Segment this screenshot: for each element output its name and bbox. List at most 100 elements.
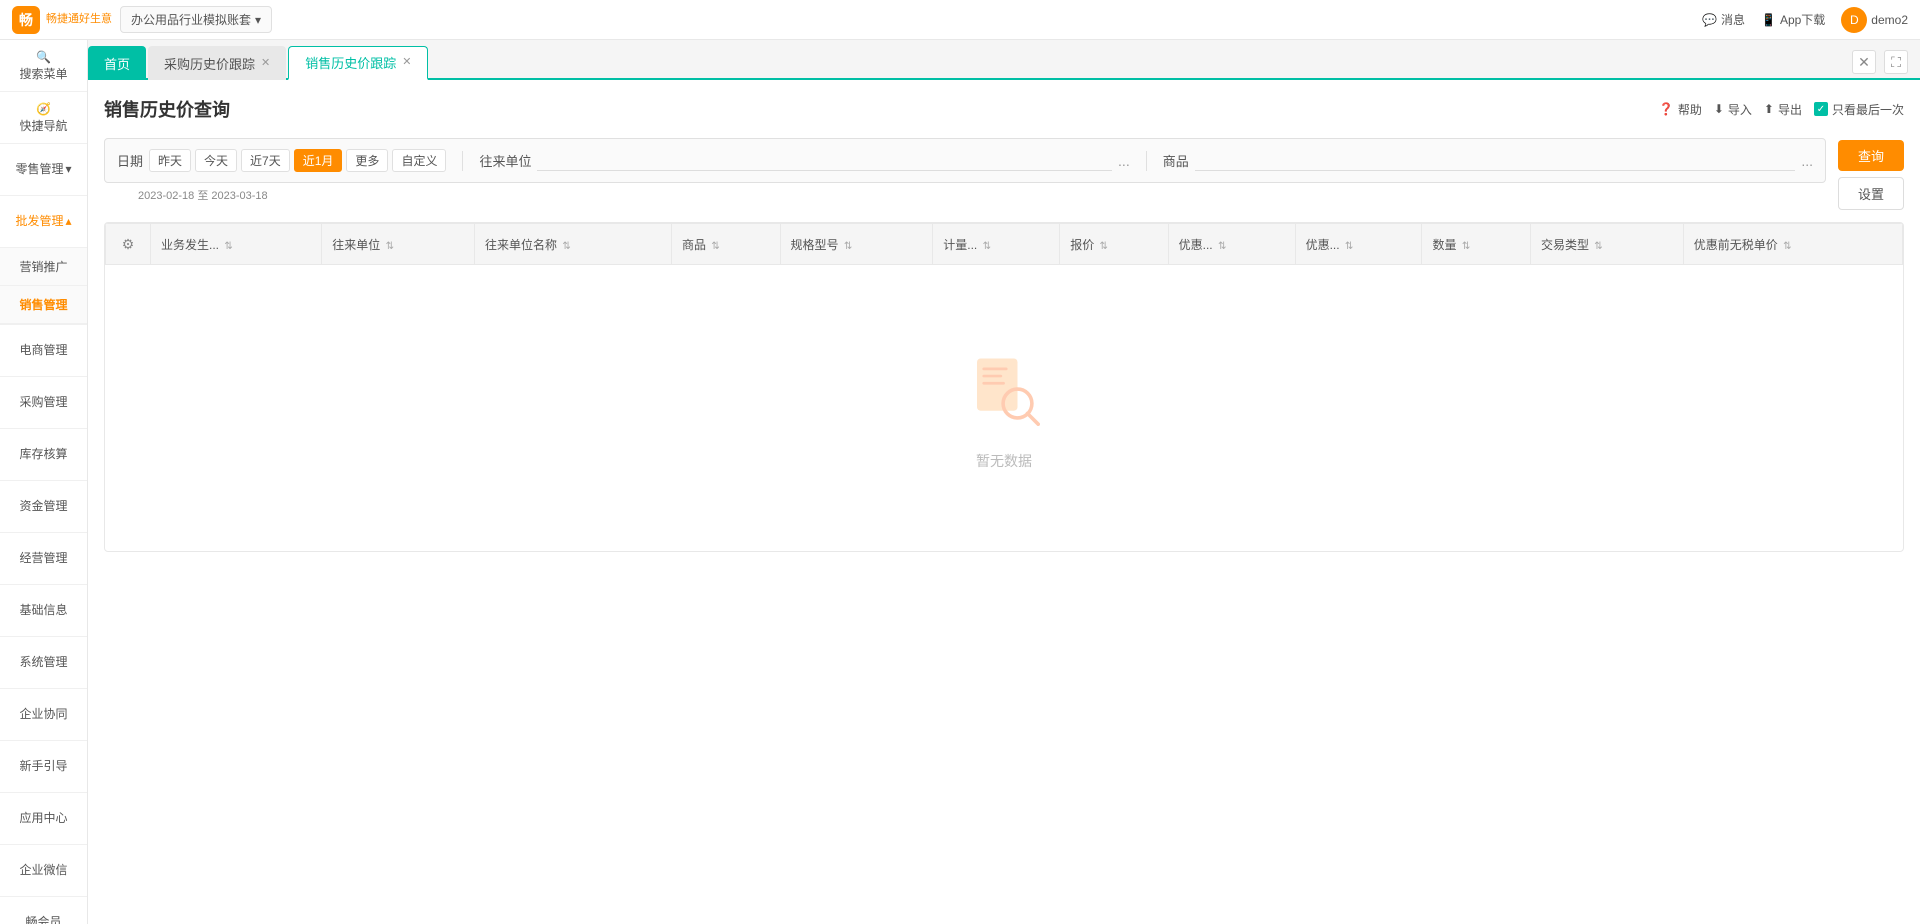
sort-icon: ⇅ bbox=[711, 241, 719, 252]
col-spec[interactable]: 规格型号 ⇅ bbox=[780, 224, 933, 265]
col-partner-code[interactable]: 往来单位 ⇅ bbox=[322, 224, 475, 265]
sidebar-item-marketing[interactable]: 营销推广 bbox=[0, 248, 87, 286]
col-pretax-price[interactable]: 优惠前无税单价 ⇅ bbox=[1683, 224, 1902, 265]
sidebar-item-ecommerce[interactable]: 电商管理 bbox=[0, 325, 87, 377]
import-btn[interactable]: ⬇ 导入 bbox=[1714, 101, 1752, 118]
sidebar-item-app-center[interactable]: 应用中心 bbox=[0, 793, 87, 845]
date-btn-last7[interactable]: 近7天 bbox=[241, 149, 290, 172]
sort-icon: ⇅ bbox=[1345, 241, 1353, 252]
sidebar-item-inventory[interactable]: 库存核算 bbox=[0, 429, 87, 481]
date-btn-more[interactable]: 更多 bbox=[346, 149, 388, 172]
sidebar-item-member[interactable]: 畅会员 bbox=[0, 897, 87, 924]
col-quantity[interactable]: 数量 ⇅ bbox=[1422, 224, 1530, 265]
empty-icon bbox=[959, 345, 1049, 435]
col-unit[interactable]: 计量... ⇅ bbox=[933, 224, 1060, 265]
logo-area: 畅 畅捷通好生意 bbox=[12, 6, 112, 34]
search-icon: 🔍 bbox=[36, 49, 51, 66]
message-btn[interactable]: 💬 消息 bbox=[1702, 11, 1745, 28]
tab-close-purchase[interactable]: ✕ bbox=[261, 58, 270, 69]
col-discount1[interactable]: 优惠... ⇅ bbox=[1168, 224, 1295, 265]
user-area[interactable]: D demo2 bbox=[1841, 7, 1908, 33]
table-header-row: ⚙ 业务发生... ⇅ 往来单位 ⇅ 往来单位名称 bbox=[106, 224, 1903, 265]
date-btn-last1m[interactable]: 近1月 bbox=[294, 149, 343, 172]
date-label: 日期 bbox=[117, 151, 143, 170]
export-btn[interactable]: ⬆ 导出 bbox=[1764, 101, 1802, 118]
date-buttons: 昨天 今天 近7天 近1月 更多 自定义 bbox=[149, 149, 446, 172]
app-selector[interactable]: 办公用品行业模拟账套 ▾ bbox=[120, 6, 272, 33]
help-btn[interactable]: ❓ 帮助 bbox=[1659, 101, 1702, 118]
sidebar-item-enterprise-collab[interactable]: 企业协同 bbox=[0, 689, 87, 741]
import-icon: ⬇ bbox=[1714, 102, 1724, 116]
col-quote[interactable]: 报价 ⇅ bbox=[1060, 224, 1168, 265]
app-selector-label: 办公用品行业模拟账套 bbox=[131, 11, 251, 28]
col-product[interactable]: 商品 ⇅ bbox=[672, 224, 780, 265]
sidebar-item-beginner-guide[interactable]: 新手引导 bbox=[0, 741, 87, 793]
date-btn-custom[interactable]: 自定义 bbox=[392, 149, 446, 172]
col-settings: ⚙ bbox=[106, 224, 151, 265]
partner-filter: 往来单位 ... bbox=[479, 151, 1129, 171]
sidebar-item-wholesale-mgmt[interactable]: 批发管理 ▴ bbox=[0, 196, 87, 248]
col-partner-name[interactable]: 往来单位名称 ⇅ bbox=[474, 224, 671, 265]
page-content: 销售历史价查询 ❓ 帮助 ⬇ 导入 ⬆ 导出 ✓ bbox=[88, 80, 1920, 924]
app-download-btn[interactable]: 📱 App下载 bbox=[1761, 11, 1825, 28]
avatar: D bbox=[1841, 7, 1867, 33]
sort-icon: ⇅ bbox=[1100, 241, 1108, 252]
tab-sales-history[interactable]: 销售历史价跟踪 ✕ bbox=[288, 46, 428, 80]
only-last-checkbox[interactable]: ✓ bbox=[1814, 102, 1828, 116]
partner-dots-btn[interactable]: ... bbox=[1118, 153, 1130, 169]
sidebar-item-finance[interactable]: 资金管理 bbox=[0, 481, 87, 533]
page-header-actions: ❓ 帮助 ⬇ 导入 ⬆ 导出 ✓ 只看最后一次 bbox=[1659, 101, 1904, 118]
logo-icon: 畅 bbox=[12, 6, 40, 34]
col-trade-type[interactable]: 交易类型 ⇅ bbox=[1530, 224, 1683, 265]
compass-icon: 🧭 bbox=[36, 101, 51, 118]
sort-icon: ⇅ bbox=[386, 241, 394, 252]
table-gear-btn[interactable]: ⚙ bbox=[116, 232, 140, 256]
empty-state: 暂无数据 bbox=[105, 265, 1903, 551]
tab-bar: 首页 采购历史价跟踪 ✕ 销售历史价跟踪 ✕ ✕ ⛶ bbox=[88, 40, 1920, 80]
filter-main: 日期 昨天 今天 近7天 近1月 更多 自定义 bbox=[104, 138, 1826, 203]
main-layout: 🔍 搜索菜单 🧭 快捷导航 零售管理 ▾ 批发管理 ▴ 营销推广 销售管理 电商… bbox=[0, 40, 1920, 924]
only-last-checkbox-area[interactable]: ✓ 只看最后一次 bbox=[1814, 101, 1904, 118]
sort-icon: ⇅ bbox=[224, 241, 232, 252]
sidebar-item-quick-nav[interactable]: 🧭 快捷导航 bbox=[0, 92, 87, 144]
download-icon: 📱 bbox=[1761, 13, 1776, 27]
tab-maximize-btn[interactable]: ⛶ bbox=[1884, 50, 1908, 74]
date-btn-today[interactable]: 今天 bbox=[195, 149, 237, 172]
product-dots-btn[interactable]: ... bbox=[1801, 153, 1813, 169]
sidebar-item-operations[interactable]: 经营管理 bbox=[0, 533, 87, 585]
product-input[interactable] bbox=[1195, 151, 1796, 171]
product-filter: 商品 ... bbox=[1163, 151, 1813, 171]
date-range-display: 2023-02-18 至 2023-03-18 bbox=[104, 187, 1826, 203]
sidebar-item-enterprise-wechat[interactable]: 企业微信 bbox=[0, 845, 87, 897]
settings-button[interactable]: 设置 bbox=[1838, 177, 1904, 210]
sidebar-item-purchase-mgmt[interactable]: 采购管理 bbox=[0, 377, 87, 429]
sidebar-item-basic-info[interactable]: 基础信息 bbox=[0, 585, 87, 637]
sort-icon: ⇅ bbox=[1462, 241, 1470, 252]
logo-text: 畅捷通好生意 bbox=[46, 12, 112, 26]
sort-icon: ⇅ bbox=[562, 241, 570, 252]
data-table: ⚙ 业务发生... ⇅ 往来单位 ⇅ 往来单位名称 bbox=[105, 223, 1903, 265]
query-button[interactable]: 查询 bbox=[1838, 140, 1904, 171]
tab-close-all-btn[interactable]: ✕ bbox=[1852, 50, 1876, 74]
date-filter: 日期 昨天 今天 近7天 近1月 更多 自定义 bbox=[117, 149, 446, 172]
sidebar-item-search-menu[interactable]: 🔍 搜索菜单 bbox=[0, 40, 87, 92]
tab-home[interactable]: 首页 bbox=[88, 46, 146, 80]
table-container: ⚙ 业务发生... ⇅ 往来单位 ⇅ 往来单位名称 bbox=[104, 222, 1904, 552]
date-btn-yesterday[interactable]: 昨天 bbox=[149, 149, 191, 172]
empty-text: 暂无数据 bbox=[976, 451, 1032, 471]
top-bar-right: 💬 消息 📱 App下载 D demo2 bbox=[1702, 7, 1908, 33]
tab-purchase-history[interactable]: 采购历史价跟踪 ✕ bbox=[148, 46, 286, 80]
table-header: ⚙ 业务发生... ⇅ 往来单位 ⇅ 往来单位名称 bbox=[106, 224, 1903, 265]
col-biz-date[interactable]: 业务发生... ⇅ bbox=[151, 224, 322, 265]
sidebar: 🔍 搜索菜单 🧭 快捷导航 零售管理 ▾ 批发管理 ▴ 营销推广 销售管理 电商… bbox=[0, 40, 88, 924]
sidebar-item-system-mgmt[interactable]: 系统管理 bbox=[0, 637, 87, 689]
sort-icon: ⇅ bbox=[1594, 241, 1602, 252]
tab-close-sales[interactable]: ✕ bbox=[402, 57, 411, 68]
tab-bar-actions: ✕ ⛶ bbox=[1852, 50, 1920, 78]
partner-input[interactable] bbox=[537, 151, 1112, 171]
sidebar-item-sales-mgmt[interactable]: 销售管理 bbox=[0, 286, 87, 324]
message-icon: 💬 bbox=[1702, 13, 1717, 27]
filter-action-area: 查询 设置 bbox=[1838, 138, 1904, 210]
sidebar-item-retail-mgmt[interactable]: 零售管理 ▾ bbox=[0, 144, 87, 196]
col-discount2[interactable]: 优惠... ⇅ bbox=[1295, 224, 1422, 265]
